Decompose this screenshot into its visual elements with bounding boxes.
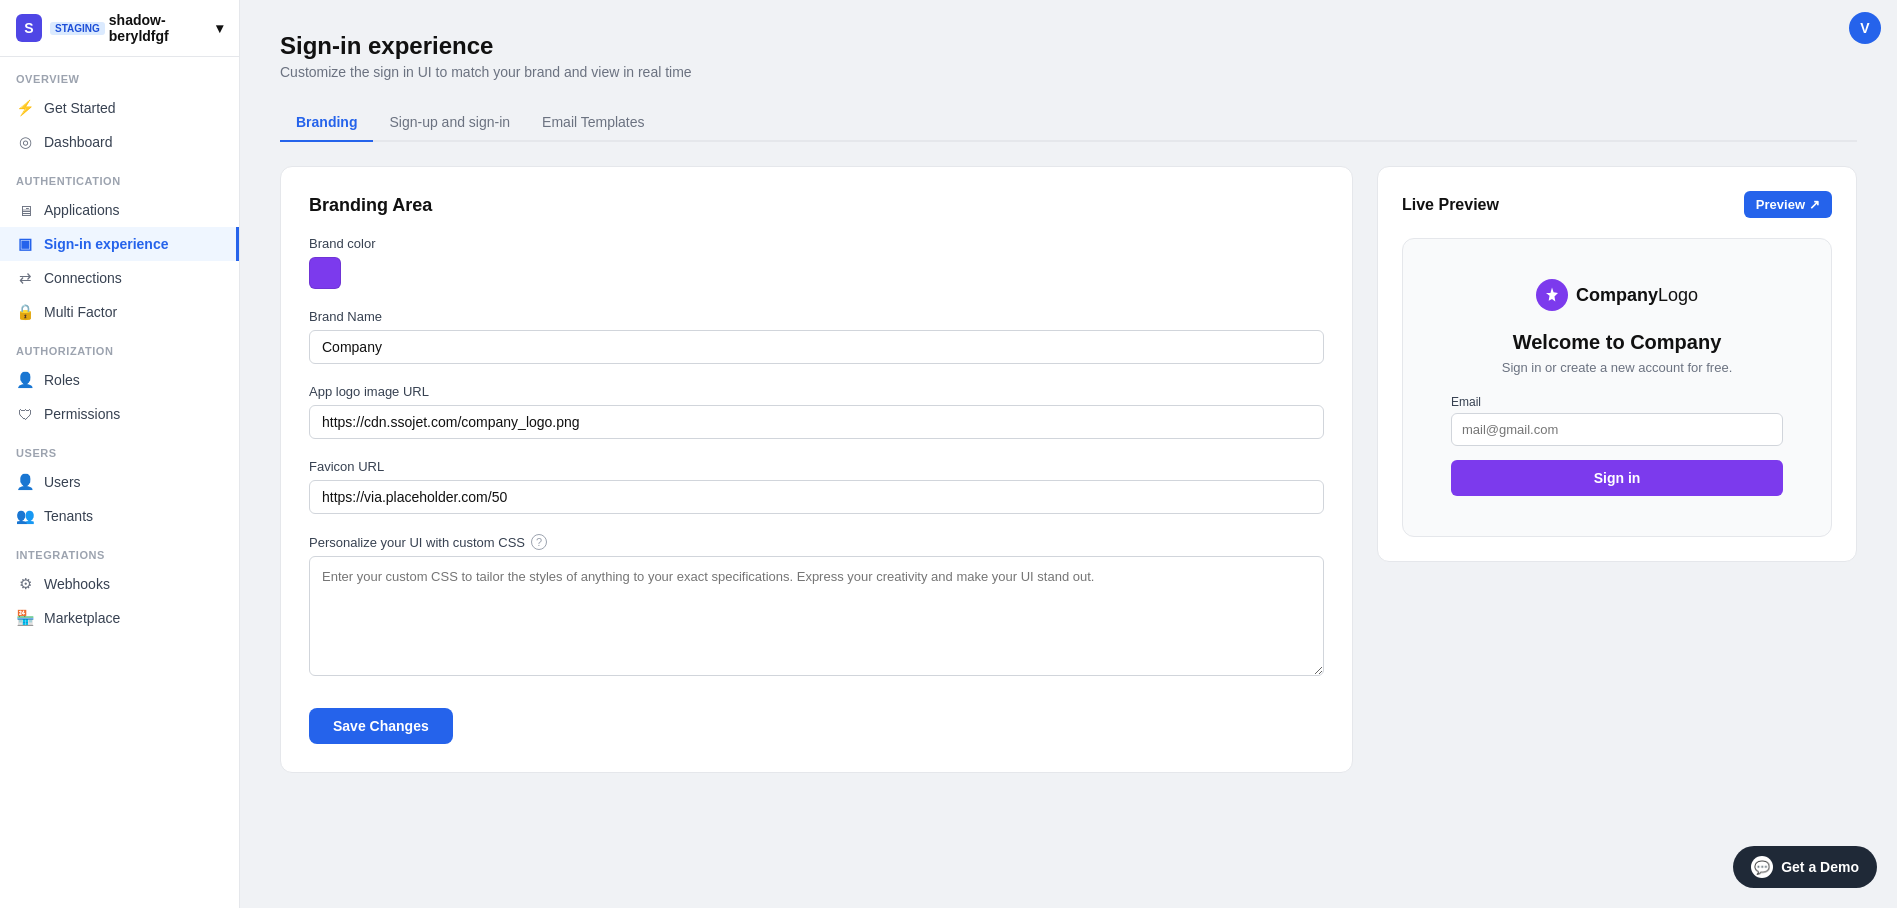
- preview-email-input[interactable]: [1451, 413, 1783, 446]
- section-integrations: INTEGRATIONS: [0, 533, 239, 567]
- tenant-switcher[interactable]: STAGING shadow-beryldfgf ▾: [50, 12, 223, 44]
- sidebar-item-webhooks[interactable]: ⚙ Webhooks: [0, 567, 239, 601]
- get-demo-button[interactable]: 💬 Get a Demo: [1733, 846, 1877, 888]
- brand-name-group: Brand Name: [309, 309, 1324, 364]
- sidebar-item-label: Marketplace: [44, 610, 120, 626]
- tab-signup-signin[interactable]: Sign-up and sign-in: [373, 104, 526, 142]
- brand-name-label: Brand Name: [309, 309, 1324, 324]
- custom-css-textarea[interactable]: [309, 556, 1324, 676]
- preview-title: Live Preview: [1402, 196, 1499, 214]
- preview-logo-icon: [1536, 279, 1568, 311]
- get-demo-label: Get a Demo: [1781, 859, 1859, 875]
- preview-email-label: Email: [1451, 395, 1783, 409]
- webhook-icon: ⚙: [16, 575, 34, 593]
- sidebar-item-label: Sign-in experience: [44, 236, 168, 252]
- sidebar-item-connections[interactable]: ⇄ Connections: [0, 261, 239, 295]
- sidebar-item-label: Get Started: [44, 100, 116, 116]
- preview-form: Email Sign in: [1451, 395, 1783, 496]
- shield-icon: 🛡: [16, 405, 34, 423]
- sidebar-item-label: Dashboard: [44, 134, 113, 150]
- user-icon: 👤: [16, 473, 34, 491]
- sidebar-item-dashboard[interactable]: ◎ Dashboard: [0, 125, 239, 159]
- sidebar-item-sign-in-experience[interactable]: ▣ Sign-in experience: [0, 227, 239, 261]
- preview-tagline: Sign in or create a new account for free…: [1502, 360, 1733, 375]
- sidebar-item-get-started[interactable]: ⚡ Get Started: [0, 91, 239, 125]
- sidebar-logo: S: [16, 14, 42, 42]
- sidebar-item-roles[interactable]: 👤 Roles: [0, 363, 239, 397]
- favicon-group: Favicon URL: [309, 459, 1324, 514]
- custom-css-label: Personalize your UI with custom CSS ?: [309, 534, 1324, 550]
- staging-badge: STAGING: [50, 22, 105, 35]
- preview-button[interactable]: Preview ↗: [1744, 191, 1832, 218]
- section-overview: OVERVIEW: [0, 57, 239, 91]
- page-title: Sign-in experience: [280, 32, 1857, 60]
- applications-icon: 🖥: [16, 201, 34, 219]
- sidebar-item-marketplace[interactable]: 🏪 Marketplace: [0, 601, 239, 635]
- section-authentication: AUTHENTICATION: [0, 159, 239, 193]
- brand-color-group: Brand color: [309, 236, 1324, 289]
- content-row: Branding Area Brand color Brand Name App…: [280, 166, 1857, 773]
- section-users: USERS: [0, 431, 239, 465]
- sidebar-item-label: Roles: [44, 372, 80, 388]
- preview-card: CompanyLogo Welcome to Company Sign in o…: [1402, 238, 1832, 537]
- avatar[interactable]: V: [1849, 12, 1881, 44]
- chevron-down-icon: ▾: [216, 20, 223, 36]
- sidebar-header: S STAGING shadow-beryldfgf ▾: [0, 0, 239, 57]
- custom-css-group: Personalize your UI with custom CSS ?: [309, 534, 1324, 680]
- preview-button-label: Preview: [1756, 197, 1805, 212]
- tabs: Branding Sign-up and sign-in Email Templ…: [280, 104, 1857, 142]
- sidebar-item-label: Webhooks: [44, 576, 110, 592]
- sidebar-item-tenants[interactable]: 👥 Tenants: [0, 499, 239, 533]
- dashboard-icon: ◎: [16, 133, 34, 151]
- app-logo-label: App logo image URL: [309, 384, 1324, 399]
- app-logo-group: App logo image URL: [309, 384, 1324, 439]
- favicon-label: Favicon URL: [309, 459, 1324, 474]
- preview-header: Live Preview Preview ↗: [1402, 191, 1832, 218]
- external-link-icon: ↗: [1809, 197, 1820, 212]
- page-subtitle: Customize the sign in UI to match your b…: [280, 64, 1857, 80]
- connections-icon: ⇄: [16, 269, 34, 287]
- section-authorization: AUTHORIZATION: [0, 329, 239, 363]
- sidebar-item-label: Permissions: [44, 406, 120, 422]
- brand-color-swatch[interactable]: [309, 257, 341, 289]
- sidebar-item-label: Applications: [44, 202, 120, 218]
- sidebar-item-users[interactable]: 👤 Users: [0, 465, 239, 499]
- brand-color-label: Brand color: [309, 236, 1324, 251]
- sidebar-item-multi-factor[interactable]: 🔒 Multi Factor: [0, 295, 239, 329]
- app-logo-input[interactable]: [309, 405, 1324, 439]
- lock-icon: 🔒: [16, 303, 34, 321]
- tenants-icon: 👥: [16, 507, 34, 525]
- favicon-input[interactable]: [309, 480, 1324, 514]
- sidebar-item-label: Tenants: [44, 508, 93, 524]
- form-panel: Branding Area Brand color Brand Name App…: [280, 166, 1353, 773]
- tab-email-templates[interactable]: Email Templates: [526, 104, 660, 142]
- sidebar: S STAGING shadow-beryldfgf ▾ OVERVIEW ⚡ …: [0, 0, 240, 908]
- preview-company-logo-text: CompanyLogo: [1576, 285, 1698, 306]
- demo-icon: 💬: [1751, 856, 1773, 878]
- tenant-name: shadow-beryldfgf: [109, 12, 212, 44]
- sidebar-item-applications[interactable]: 🖥 Applications: [0, 193, 239, 227]
- sidebar-item-label: Connections: [44, 270, 122, 286]
- save-changes-button[interactable]: Save Changes: [309, 708, 453, 744]
- marketplace-icon: 🏪: [16, 609, 34, 627]
- preview-panel: Live Preview Preview ↗ CompanyLogo: [1377, 166, 1857, 562]
- branding-section-title: Branding Area: [309, 195, 1324, 216]
- roles-icon: 👤: [16, 371, 34, 389]
- sidebar-item-permissions[interactable]: 🛡 Permissions: [0, 397, 239, 431]
- help-icon[interactable]: ?: [531, 534, 547, 550]
- brand-name-input[interactable]: [309, 330, 1324, 364]
- preview-logo-row: CompanyLogo: [1536, 279, 1698, 311]
- sidebar-item-label: Users: [44, 474, 81, 490]
- bolt-icon: ⚡: [16, 99, 34, 117]
- sign-in-icon: ▣: [16, 235, 34, 253]
- main-content: Sign-in experience Customize the sign in…: [240, 0, 1897, 908]
- preview-sign-in-button[interactable]: Sign in: [1451, 460, 1783, 496]
- sidebar-item-label: Multi Factor: [44, 304, 117, 320]
- preview-welcome-text: Welcome to Company: [1513, 331, 1722, 354]
- tab-branding[interactable]: Branding: [280, 104, 373, 142]
